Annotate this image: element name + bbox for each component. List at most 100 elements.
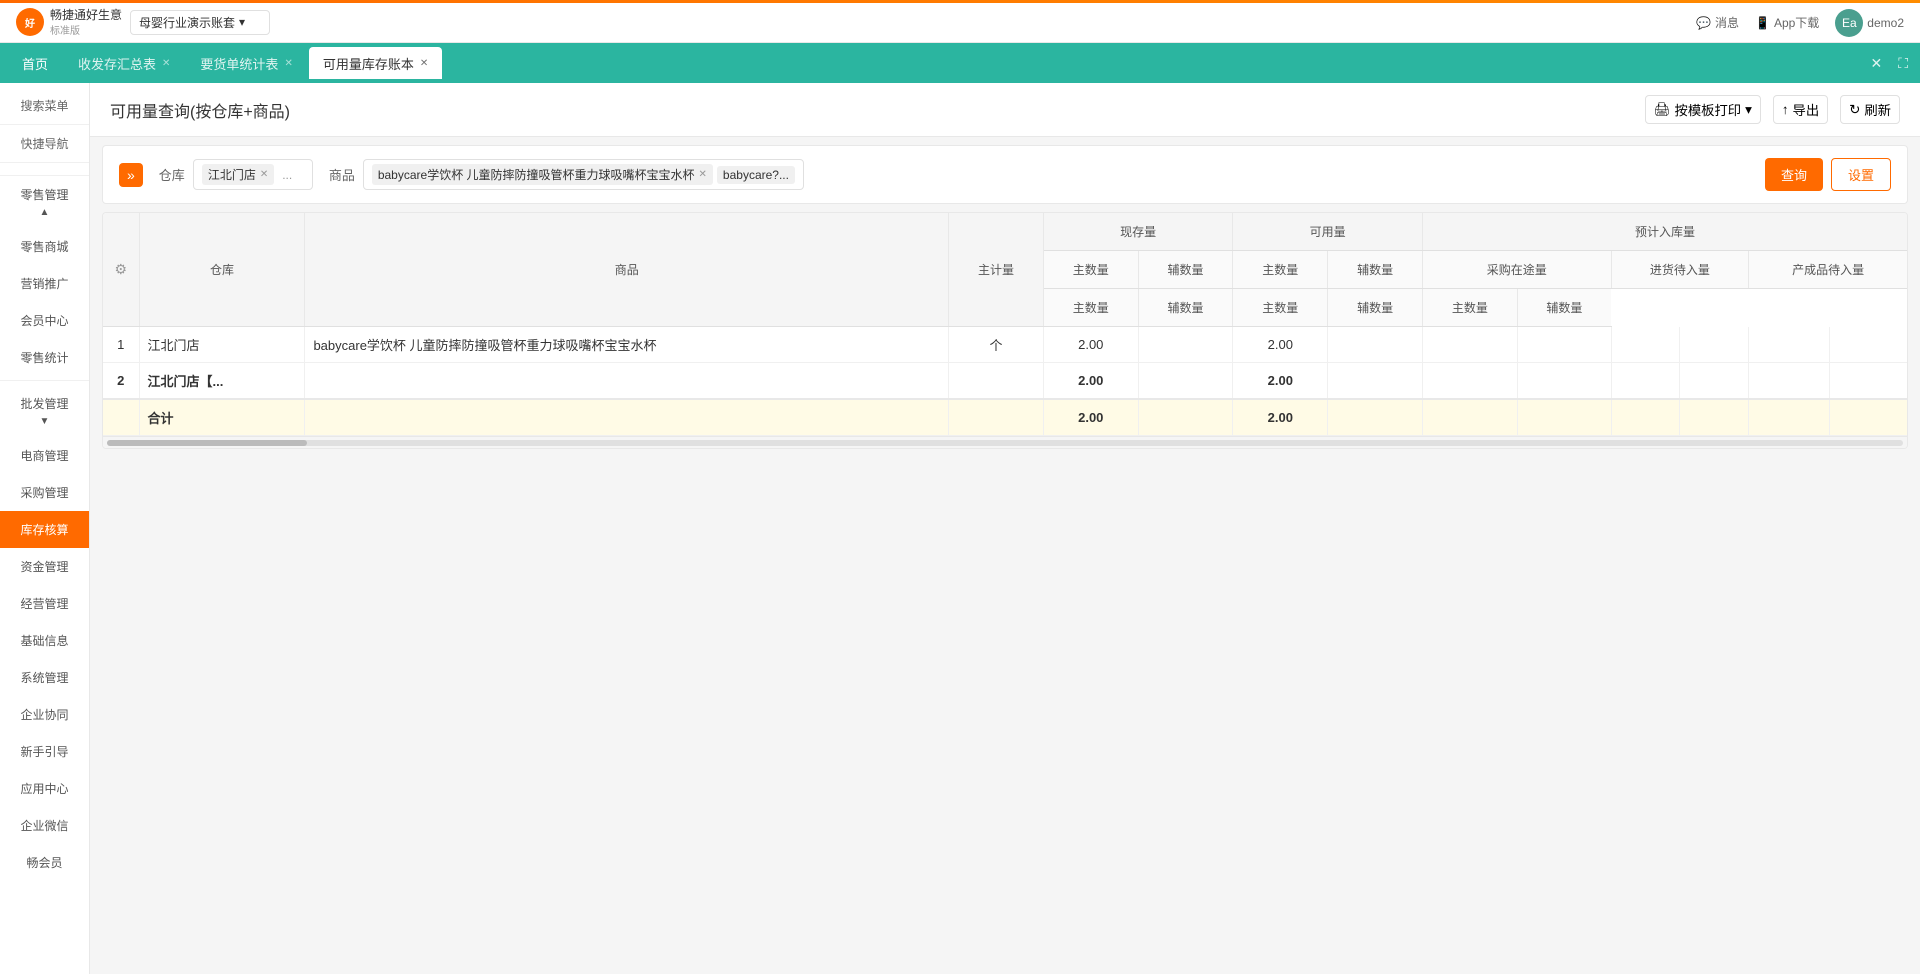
sidebar-item-enterprise[interactable]: 企业协同 bbox=[0, 696, 89, 733]
th-available-main: 主数量 bbox=[1233, 251, 1328, 289]
sidebar-item-vip[interactable]: 畅会员 bbox=[0, 844, 89, 881]
sidebar-item-retail-mall[interactable]: 零售商城 bbox=[0, 228, 89, 265]
template-print-btn[interactable]: 🖨 按模板打印 ▾ bbox=[1645, 95, 1761, 124]
filter-actions: 查询 设置 bbox=[1765, 158, 1891, 191]
export-icon: ↑ bbox=[1782, 102, 1789, 117]
product-input[interactable]: babycare学饮杯 儿童防摔防撞吸管杯重力球吸嘴杯宝宝水杯 ✕ babyca… bbox=[363, 159, 804, 190]
th-product-pending-aux: 辅数量 bbox=[1517, 289, 1611, 327]
td-pon-way-main-2 bbox=[1422, 363, 1517, 400]
tab-available-stock-close[interactable]: ✕ bbox=[420, 58, 428, 69]
th-current-stock: 现存量 bbox=[1043, 213, 1233, 251]
user-area[interactable]: Ea demo2 bbox=[1835, 9, 1904, 37]
tab-receive-send[interactable]: 收发存汇总表 ✕ bbox=[64, 47, 184, 79]
th-current-aux: 辅数量 bbox=[1138, 251, 1233, 289]
sidebar-item-wechat[interactable]: 企业微信 bbox=[0, 807, 89, 844]
sidebar-item-inventory[interactable]: 库存核算 bbox=[0, 511, 89, 548]
tab-receive-send-close[interactable]: ✕ bbox=[162, 58, 170, 69]
sidebar-item-newbie-label: 新手引导 bbox=[20, 743, 68, 760]
warehouse-filter-group: 仓库 江北门店 ✕ ... bbox=[159, 159, 313, 190]
warehouse-dots[interactable]: ... bbox=[278, 168, 296, 182]
th-product-pending: 产成品待入量 bbox=[1749, 251, 1907, 289]
product-tag-1-close[interactable]: ✕ bbox=[699, 169, 707, 180]
main-content: 可用量查询(按仓库+商品) 🖨 按模板打印 ▾ ↑ 导出 ↻ 刷新 » bbox=[90, 83, 1920, 974]
td-summary-pon-way-main bbox=[1422, 399, 1517, 436]
sidebar-item-finance-label: 资金管理 bbox=[20, 558, 68, 575]
page-actions: 🖨 按模板打印 ▾ ↑ 导出 ↻ 刷新 bbox=[1645, 95, 1900, 124]
sidebar-item-finance[interactable]: 资金管理 bbox=[0, 548, 89, 585]
message-btn[interactable]: 💬 消息 bbox=[1696, 14, 1739, 31]
sidebar-item-appstore[interactable]: 应用中心 bbox=[0, 770, 89, 807]
tab-order-stats[interactable]: 要货单统计表 ✕ bbox=[186, 47, 306, 79]
sidebar-quicknav[interactable]: 快捷导航 bbox=[0, 129, 89, 158]
settings-btn[interactable]: 设置 bbox=[1831, 158, 1891, 191]
sidebar-item-retail-mall-label: 零售商城 bbox=[20, 238, 68, 255]
th-purchase-on-way-main: 主数量 bbox=[1043, 289, 1138, 327]
tab-available-stock[interactable]: 可用量库存账本 ✕ bbox=[309, 47, 442, 79]
th-inbound-pending: 进货待入量 bbox=[1611, 251, 1749, 289]
td-summary-current-main: 2.00 bbox=[1043, 399, 1138, 436]
sidebar-item-vip-label: 畅会员 bbox=[26, 854, 62, 871]
scrollbar-track[interactable] bbox=[107, 440, 1903, 446]
app-download-btn[interactable]: 📱 App下载 bbox=[1755, 14, 1819, 31]
scrollbar-thumb[interactable] bbox=[107, 440, 307, 446]
td-product-main-2 bbox=[1749, 363, 1829, 400]
divider-1 bbox=[0, 124, 89, 125]
td-summary-available-main: 2.00 bbox=[1233, 399, 1328, 436]
th-product: 商品 bbox=[305, 213, 949, 327]
message-icon: 💬 bbox=[1696, 16, 1711, 30]
warehouse-input[interactable]: 江北门店 ✕ ... bbox=[193, 159, 313, 190]
td-pon-way-aux-1 bbox=[1517, 327, 1611, 363]
sidebar-item-purchase-label: 采购管理 bbox=[20, 484, 68, 501]
table-settings-icon[interactable]: ⚙ bbox=[114, 261, 127, 277]
td-inbound-main-2 bbox=[1611, 363, 1680, 400]
sidebar-item-retail[interactable]: 零售管理 ▲ bbox=[0, 176, 89, 228]
template-print-icon: 🖨 bbox=[1654, 102, 1671, 118]
product-tag-text-2: babycare?... bbox=[723, 168, 789, 182]
sidebar-item-wholesale[interactable]: 批发管理 ▼ bbox=[0, 385, 89, 437]
tab-close-all-icon[interactable]: ✕ bbox=[1866, 51, 1886, 76]
filter-expand-btn[interactable]: » bbox=[119, 163, 143, 187]
refresh-btn[interactable]: ↻ 刷新 bbox=[1840, 95, 1900, 124]
logo-text: 畅捷通好生意 bbox=[50, 8, 122, 22]
top-bar-left: 好 畅捷通好生意 标准版 母婴行业演示账套 ▾ bbox=[16, 8, 270, 37]
org-select[interactable]: 母婴行业演示账套 ▾ bbox=[130, 10, 270, 35]
tab-home[interactable]: 首页 bbox=[8, 47, 62, 79]
scrollbar-area bbox=[103, 436, 1907, 448]
td-current-main-2: 2.00 bbox=[1043, 363, 1138, 400]
sidebar-item-marketing[interactable]: 营销推广 bbox=[0, 265, 89, 302]
sidebar-item-purchase[interactable]: 采购管理 bbox=[0, 474, 89, 511]
td-pon-way-aux-2 bbox=[1517, 363, 1611, 400]
product-label: 商品 bbox=[329, 165, 355, 184]
td-current-main-1: 2.00 bbox=[1043, 327, 1138, 363]
sidebar-item-newbie[interactable]: 新手引导 bbox=[0, 733, 89, 770]
th-main-unit: 主计量 bbox=[949, 213, 1044, 327]
table-footer: 合计 2.00 2.00 bbox=[103, 399, 1907, 436]
sidebar-item-inventory-label: 库存核算 bbox=[20, 521, 68, 538]
query-btn[interactable]: 查询 bbox=[1765, 158, 1823, 191]
tab-order-stats-close[interactable]: ✕ bbox=[284, 58, 292, 69]
product-filter-group: 商品 babycare学饮杯 儿童防摔防撞吸管杯重力球吸嘴杯宝宝水杯 ✕ bab… bbox=[329, 159, 804, 190]
username: demo2 bbox=[1867, 16, 1904, 30]
warehouse-tag-close[interactable]: ✕ bbox=[260, 169, 268, 180]
app-download-label: App下载 bbox=[1774, 14, 1819, 31]
filter-bar: » 仓库 江北门店 ✕ ... 商品 babycare学饮杯 儿童防摔防撞吸管杯… bbox=[102, 145, 1908, 204]
sidebar-item-system-label: 系统管理 bbox=[20, 669, 68, 686]
sidebar-item-basic[interactable]: 基础信息 bbox=[0, 622, 89, 659]
tab-available-stock-label: 可用量库存账本 bbox=[323, 54, 414, 73]
td-product-aux-2 bbox=[1829, 363, 1907, 400]
sidebar-item-member[interactable]: 会员中心 bbox=[0, 302, 89, 339]
sidebar-item-retail-stats[interactable]: 零售统计 bbox=[0, 339, 89, 376]
nav-tabs-right: ✕ ⛶ bbox=[1866, 51, 1912, 76]
sidebar-item-operations-label: 经营管理 bbox=[20, 595, 68, 612]
td-inbound-aux-2 bbox=[1680, 363, 1749, 400]
sidebar-item-system[interactable]: 系统管理 bbox=[0, 659, 89, 696]
tab-expand-icon[interactable]: ⛶ bbox=[1894, 51, 1912, 76]
sidebar-search[interactable]: 搜索菜单 bbox=[0, 91, 89, 120]
export-btn[interactable]: ↑ 导出 bbox=[1773, 95, 1828, 124]
sidebar-item-operations[interactable]: 经营管理 bbox=[0, 585, 89, 622]
td-current-aux-2 bbox=[1138, 363, 1233, 400]
sidebar-item-ecommerce[interactable]: 电商管理 bbox=[0, 437, 89, 474]
template-print-arrow: ▾ bbox=[1745, 102, 1752, 118]
td-inbound-aux-1 bbox=[1680, 327, 1749, 363]
td-available-main-2: 2.00 bbox=[1233, 363, 1328, 400]
